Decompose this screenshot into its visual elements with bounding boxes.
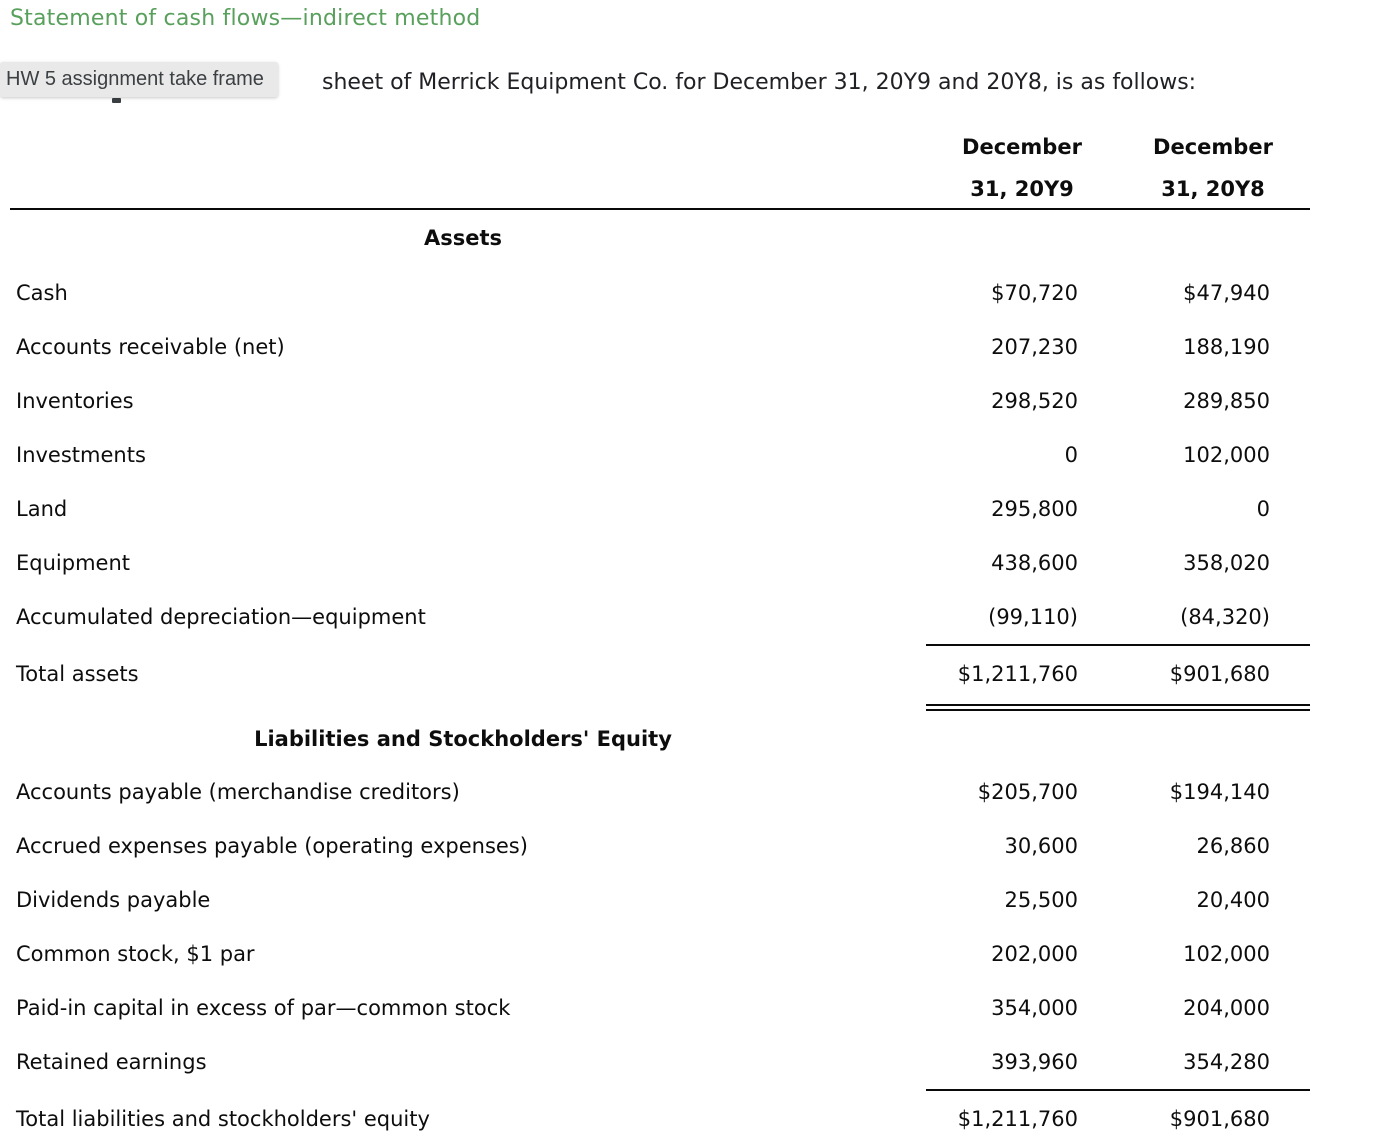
row-label: Dividends payable — [16, 888, 211, 912]
row-label: Common stock, $1 par — [16, 942, 255, 966]
row-value-20y9: $1,211,760 — [957, 662, 1078, 686]
row-label: Accounts receivable (net) — [16, 335, 285, 359]
row-value-20y9: (99,110) — [988, 605, 1078, 629]
row-label: Cash — [16, 281, 68, 305]
row-value-20y8: 102,000 — [1183, 942, 1270, 966]
row-value-20y9: $1,211,760 — [957, 1107, 1078, 1131]
row-value-20y9: 354,000 — [991, 996, 1078, 1020]
column-header-line: December — [1153, 135, 1273, 159]
row-label: Inventories — [16, 389, 134, 413]
obscured-text-fragment — [112, 98, 121, 103]
table-row: Paid-in capital in excess of par—common … — [0, 981, 1320, 1035]
column-header-20y9: December 31, 20Y9 — [937, 126, 1107, 210]
column-header-20y8: December 31, 20Y8 — [1128, 126, 1298, 210]
table-row: Dividends payable 25,500 20,400 — [0, 873, 1320, 927]
row-value-20y9: 393,960 — [991, 1050, 1078, 1074]
total-liabilities-row: Total liabilities and stockholders' equi… — [0, 1091, 1320, 1147]
row-label: Paid-in capital in excess of par—common … — [16, 996, 511, 1020]
row-value-20y9: $205,700 — [977, 780, 1078, 804]
table-row: Investments 0 102,000 — [0, 428, 1320, 482]
row-value-20y8: 188,190 — [1183, 335, 1270, 359]
row-label: Land — [16, 497, 68, 521]
row-value-20y8: 354,280 — [1183, 1050, 1270, 1074]
row-label: Accounts payable (merchandise creditors) — [16, 780, 460, 804]
section-heading-label: Assets — [423, 226, 503, 250]
row-value-20y9: 438,600 — [991, 551, 1078, 575]
row-value-20y9: 30,600 — [1004, 834, 1078, 858]
table-row: Common stock, $1 par 202,000 102,000 — [0, 927, 1320, 981]
balance-sheet-table: December 31, 20Y9 December 31, 20Y8 Asse… — [0, 122, 1320, 1147]
row-label: Equipment — [16, 551, 130, 575]
row-value-20y9: 202,000 — [991, 942, 1078, 966]
row-value-20y9: 0 — [1064, 443, 1078, 467]
row-value-20y8: $47,940 — [1183, 281, 1270, 305]
section-heading-liabilities: Liabilities and Stockholders' Equity — [0, 713, 1320, 765]
row-label: Accrued expenses payable (operating expe… — [16, 834, 528, 858]
total-assets-row: Total assets $1,211,760 $901,680 — [0, 646, 1320, 702]
row-value-20y8: 0 — [1256, 497, 1270, 521]
table-row: Cash $70,720 $47,940 — [0, 266, 1320, 320]
row-label: Accumulated depreciation—equipment — [16, 605, 426, 629]
section-heading-label: Liabilities and Stockholders' Equity — [254, 727, 672, 751]
table-row: Accumulated depreciation—equipment (99,1… — [0, 590, 1320, 644]
table-column-headers: December 31, 20Y9 December 31, 20Y8 — [0, 122, 1320, 208]
row-value-20y8: $194,140 — [1169, 780, 1270, 804]
column-header-line: 31, 20Y8 — [1161, 177, 1265, 201]
row-label: Investments — [16, 443, 146, 467]
hover-tooltip: HW 5 assignment take frame — [0, 62, 278, 97]
table-row: Equipment 438,600 358,020 — [0, 536, 1320, 590]
row-value-20y8: 289,850 — [1183, 389, 1270, 413]
table-row: Retained earnings 393,960 354,280 — [0, 1035, 1320, 1089]
row-label: Retained earnings — [16, 1050, 207, 1074]
table-row: Inventories 298,520 289,850 — [0, 374, 1320, 428]
row-value-20y9: 298,520 — [991, 389, 1078, 413]
row-value-20y8: 204,000 — [1183, 996, 1270, 1020]
column-header-line: 31, 20Y9 — [970, 177, 1074, 201]
table-row: Accounts payable (merchandise creditors)… — [0, 765, 1320, 819]
section-heading-assets: Assets — [0, 210, 1320, 266]
row-value-20y8: 358,020 — [1183, 551, 1270, 575]
grand-total-double-rule — [926, 704, 1310, 711]
row-value-20y8: 102,000 — [1183, 443, 1270, 467]
page-title: Statement of cash flows—indirect method — [10, 6, 481, 31]
row-label: Total assets — [16, 662, 139, 686]
column-header-line: December — [962, 135, 1082, 159]
row-value-20y9: 295,800 — [991, 497, 1078, 521]
row-value-20y9: 207,230 — [991, 335, 1078, 359]
row-value-20y8: 20,400 — [1196, 888, 1270, 912]
row-value-20y8: 26,860 — [1196, 834, 1270, 858]
row-value-20y9: 25,500 — [1004, 888, 1078, 912]
row-value-20y8: (84,320) — [1180, 605, 1270, 629]
table-row: Land 295,800 0 — [0, 482, 1320, 536]
intro-text: sheet of Merrick Equipment Co. for Decem… — [322, 70, 1197, 95]
table-row: Accounts receivable (net) 207,230 188,19… — [0, 320, 1320, 374]
row-value-20y8: $901,680 — [1169, 662, 1270, 686]
row-label: Total liabilities and stockholders' equi… — [16, 1107, 430, 1131]
table-row: Accrued expenses payable (operating expe… — [0, 819, 1320, 873]
row-value-20y8: $901,680 — [1169, 1107, 1270, 1131]
row-value-20y9: $70,720 — [991, 281, 1078, 305]
